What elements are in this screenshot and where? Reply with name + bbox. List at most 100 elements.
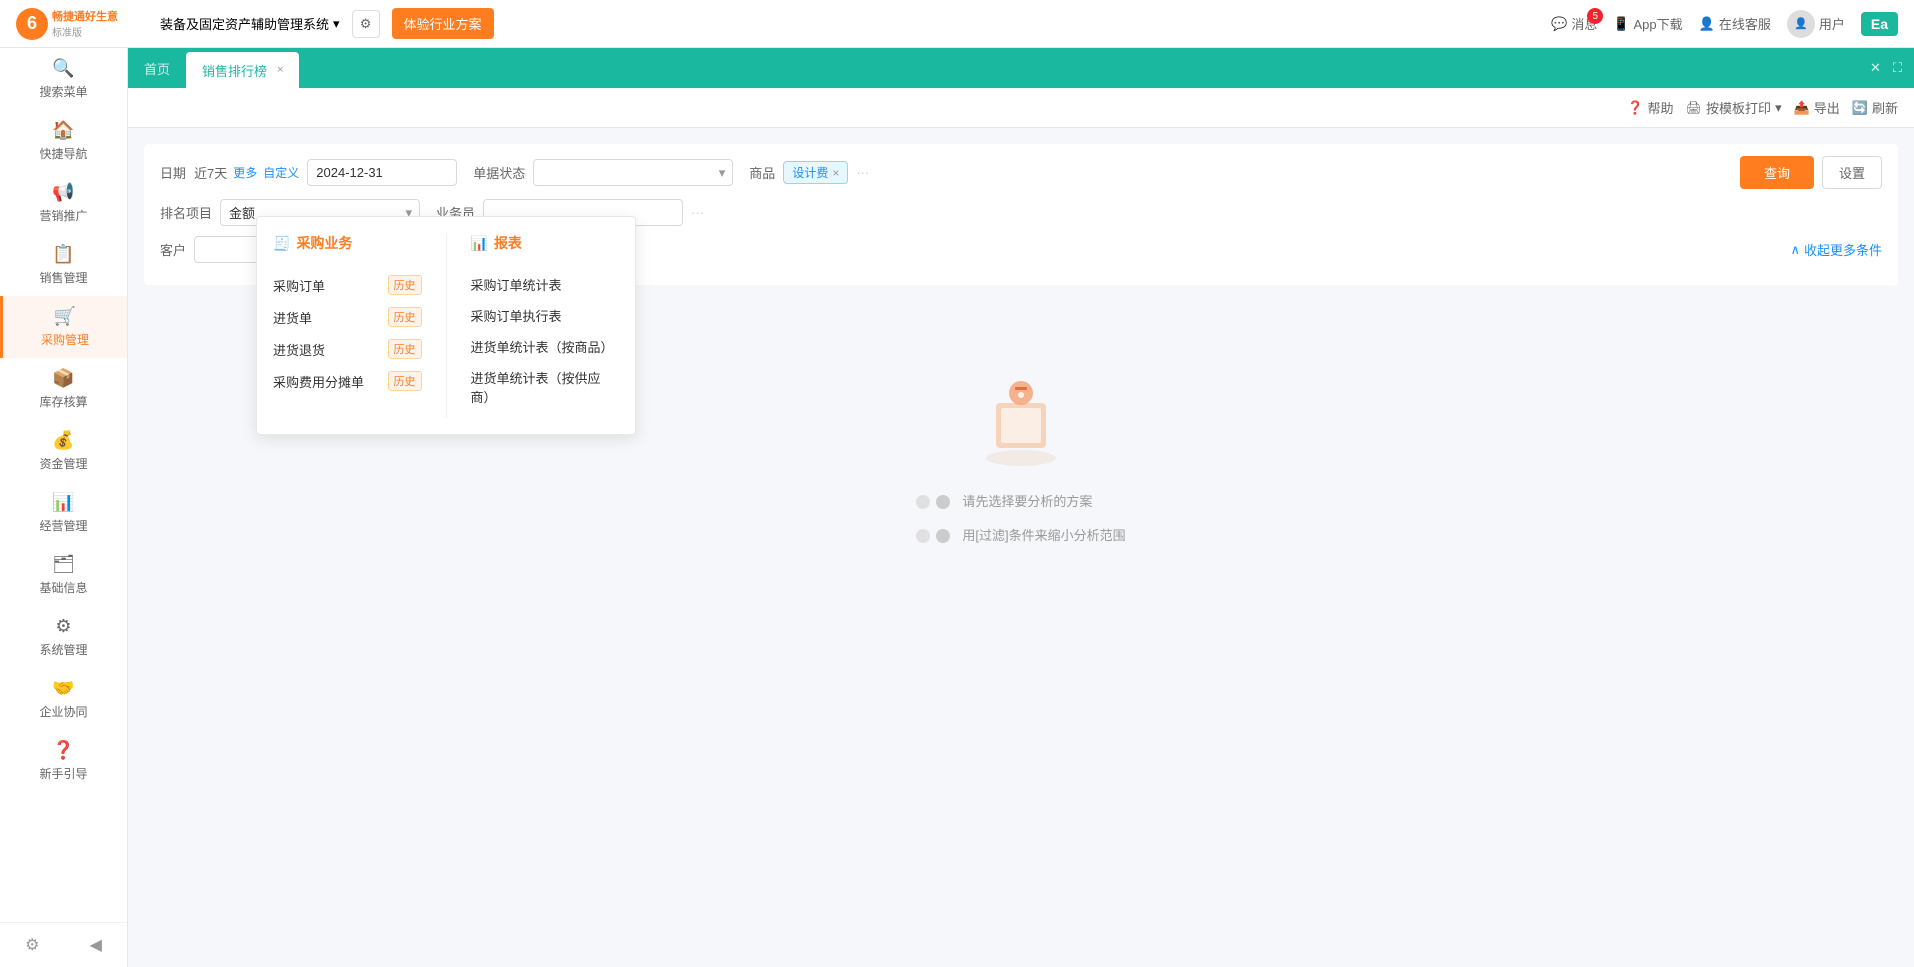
sidebar-item-ops[interactable]: 📊 经营管理 (0, 482, 127, 544)
logo-area: 6 畅捷通好生意 标准版 (16, 8, 144, 40)
print-template-button[interactable]: 🖨 按模板打印 ▾ (1686, 98, 1782, 117)
top-bar: 6 畅捷通好生意 标准版 装备及固定资产辅助管理系统 ▾ ⚙ 体验行业方案 💬 … (0, 0, 1914, 48)
report-column-title: 📊 报表 (471, 233, 620, 261)
online-service-button[interactable]: 👤 在线客服 (1699, 14, 1771, 33)
inventory-icon: 📦 (52, 368, 74, 389)
purchase-icon: 🛒 (54, 306, 76, 327)
date-filter: 日期 近7天 更多 自定义 (160, 159, 457, 186)
sidebar-item-label: 资金管理 (39, 455, 87, 472)
status-input[interactable] (533, 159, 733, 186)
system-title: 装备及固定资产辅助管理系统 (160, 14, 329, 33)
menu-item-receipt-stat-goods[interactable]: 进货单统计表（按商品） (471, 337, 620, 356)
sales-icon: 📋 (52, 244, 74, 265)
sidebar-item-purchase[interactable]: 🛒 采购管理 (0, 296, 127, 358)
sidebar-bottom: ⚙ ◀ (0, 922, 127, 967)
messages-button[interactable]: 💬 消息 5 (1551, 14, 1597, 33)
menu-item-order-stat[interactable]: 采购订单统计表 (471, 275, 620, 294)
settings-button[interactable]: ⚙ (352, 10, 380, 38)
goods-filter: 商品 设计费 × ··· (749, 161, 869, 184)
sidebar-item-quick-nav[interactable]: 🏠 快捷导航 (0, 110, 127, 172)
history-tag-2: 历史 (388, 307, 422, 327)
setting-button[interactable]: 设置 (1822, 156, 1882, 189)
sidebar-item-inventory[interactable]: 📦 库存核算 (0, 358, 127, 420)
tab-home[interactable]: 首页 (128, 48, 186, 88)
status-filter: 单据状态 ▾ (473, 159, 733, 186)
sidebar-item-finance[interactable]: 💰 资金管理 (0, 420, 127, 482)
headset-icon: 👤 (1699, 16, 1715, 32)
print-icon: 🖨 (1686, 100, 1703, 116)
report-column: 📊 报表 采购订单统计表 采购订单执行表 进货单统计表（按商品） (471, 233, 620, 418)
tab-close-window-icon[interactable]: ✕ (1870, 60, 1881, 76)
sidebar-collapse-button[interactable]: ◀ (90, 935, 102, 955)
menu-item-order-exec[interactable]: 采购订单执行表 (471, 306, 620, 325)
filter-action-buttons: 查询 设置 (1740, 156, 1882, 189)
dropdown-arrow-icon: ▾ (333, 16, 340, 32)
date-more-link[interactable]: 更多 (233, 164, 257, 181)
sidebar-item-search[interactable]: 🔍 搜索菜单 (0, 48, 127, 110)
ops-icon: 📊 (52, 492, 74, 513)
date-range: 近7天 更多 自定义 (194, 163, 299, 182)
sidebar-item-newbie[interactable]: ❓ 新手引导 (0, 730, 127, 792)
sidebar-item-enterprise[interactable]: 🤝 企业协同 (0, 668, 127, 730)
sidebar-item-sales[interactable]: 📋 销售管理 (0, 234, 127, 296)
goods-more-dots[interactable]: ··· (856, 165, 869, 180)
sidebar-item-label: 快捷导航 (39, 145, 87, 162)
industry-button[interactable]: 体验行业方案 (392, 8, 494, 39)
date-custom-link[interactable]: 自定义 (263, 164, 299, 181)
logo-text: 畅捷通好生意 标准版 (52, 8, 118, 39)
collapse-button[interactable]: ∧ 收起更多条件 (1790, 240, 1882, 259)
help-icon: ❓ (1627, 100, 1643, 116)
collapse-up-icon: ∧ (1790, 242, 1800, 258)
purchase-column-icon: 🧾 (273, 235, 290, 252)
sidebar-item-system[interactable]: ⚙ 系统管理 (0, 606, 127, 668)
empty-hint-2: 用[过滤]条件来缩小分析范围 (916, 523, 1125, 549)
phone-icon: 📱 (1613, 16, 1629, 32)
empty-hints: 请先选择要分析的方案 用[过滤]条件来缩小分析范围 (916, 489, 1125, 549)
ea-badge: Ea (1861, 12, 1898, 36)
export-icon: 📤 (1794, 100, 1810, 116)
purchase-column: 🧾 采购业务 采购订单 历史 进货单 历史 进货退货 (273, 233, 422, 418)
salesperson-more-dots[interactable]: ··· (691, 205, 704, 220)
menu-item-receipt-stat-supplier[interactable]: 进货单统计表（按供应商） (471, 368, 620, 406)
app-container: 6 畅捷通好生意 标准版 装备及固定资产辅助管理系统 ▾ ⚙ 体验行业方案 💬 … (0, 0, 1914, 967)
enterprise-icon: 🤝 (52, 678, 74, 699)
system-dropdown[interactable]: 装备及固定资产辅助管理系统 ▾ (160, 14, 340, 33)
sidebar: 🔍 搜索菜单 🏠 快捷导航 📢 营销推广 📋 销售管理 🛒 采购管理 📦 (0, 48, 128, 967)
tab-close-icon[interactable]: × (277, 64, 283, 76)
hint-bullet-1 (936, 495, 950, 509)
tab-sales-rank[interactable]: 销售排行榜 × (186, 52, 299, 88)
empty-illustration (971, 373, 1071, 473)
sidebar-item-label: 销售管理 (39, 269, 87, 286)
top-right: 💬 消息 5 📱 App下载 👤 在线客服 👤 用户 Ea (1551, 10, 1898, 38)
sidebar-item-label: 企业协同 (39, 703, 87, 720)
goods-tag-close[interactable]: × (832, 166, 839, 180)
app-download-button[interactable]: 📱 App下载 (1613, 14, 1682, 33)
hint-bullet-2 (936, 529, 950, 543)
sidebar-item-basic[interactable]: 🗂 基础信息 (0, 544, 127, 606)
menu-item-purchase-receipt[interactable]: 进货单 历史 (273, 307, 422, 327)
finance-icon: 💰 (52, 430, 74, 451)
empty-hint-1: 请先选择要分析的方案 (916, 489, 1125, 515)
menu-divider (446, 233, 447, 418)
menu-item-purchase-order[interactable]: 采购订单 历史 (273, 275, 422, 295)
export-button[interactable]: 📤 导出 (1794, 98, 1840, 117)
sidebar-item-label: 库存核算 (39, 393, 87, 410)
history-tag-3: 历史 (388, 339, 422, 359)
sidebar-settings-button[interactable]: ⚙ (25, 935, 39, 955)
tab-maximize-icon[interactable]: ⛶ (1893, 60, 1902, 76)
date-end-input[interactable] (307, 159, 457, 186)
content-area: 首页 销售排行榜 × ✕ ⛶ ❓ 帮助 🖨 按模板 (128, 48, 1914, 967)
avatar: 👤 (1787, 10, 1815, 38)
sidebar-item-marketing[interactable]: 📢 营销推广 (0, 172, 127, 234)
toolbar: ❓ 帮助 🖨 按模板打印 ▾ 📤 导出 🔄 刷新 (128, 88, 1914, 128)
history-tag-1: 历史 (388, 275, 422, 295)
sidebar-item-label: 新手引导 (39, 765, 87, 782)
report-column-icon: 📊 (471, 235, 488, 252)
refresh-button[interactable]: 🔄 刷新 (1852, 98, 1898, 117)
menu-item-purchase-return[interactable]: 进货退货 历史 (273, 339, 422, 359)
menu-item-purchase-expense[interactable]: 采购费用分摊单 历史 (273, 371, 422, 391)
help-button[interactable]: ❓ 帮助 (1627, 98, 1673, 117)
query-button[interactable]: 查询 (1740, 156, 1814, 189)
user-menu[interactable]: 👤 用户 (1787, 10, 1845, 38)
sidebar-item-label: 基础信息 (39, 579, 87, 596)
